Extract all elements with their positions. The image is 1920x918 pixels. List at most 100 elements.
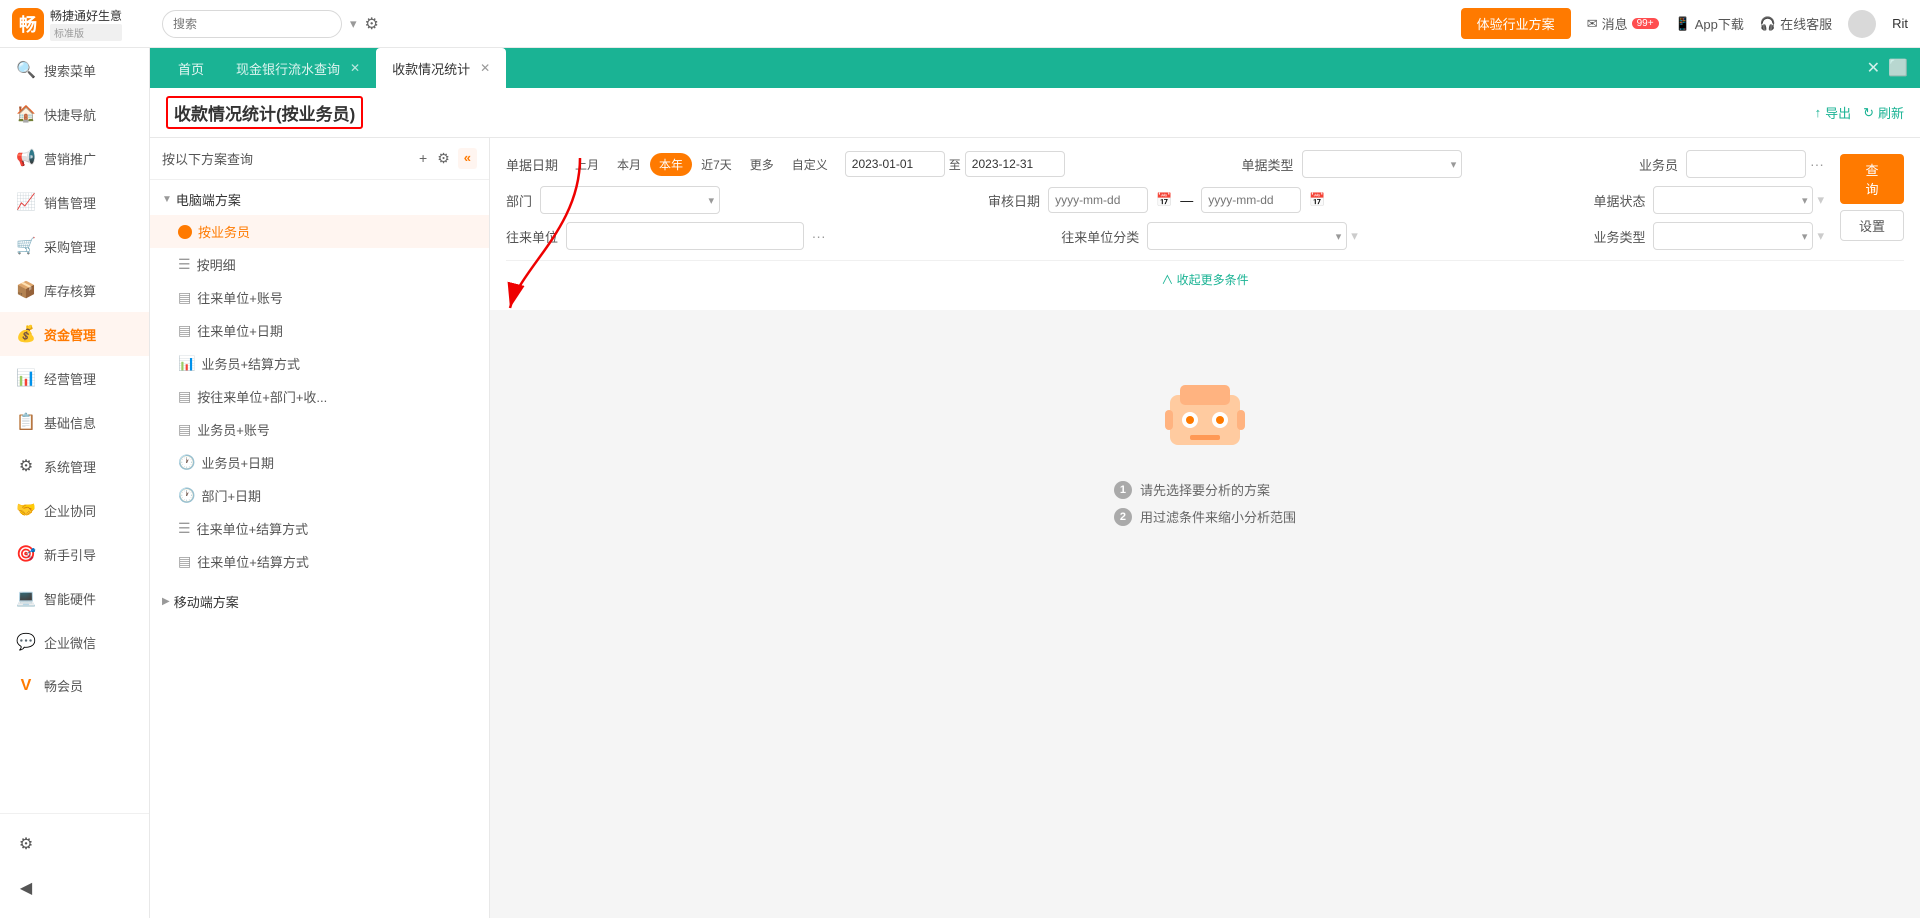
right-panel: 单据日期 上月 本月 本年 近7天 更多 自定义 [490, 138, 1920, 918]
trial-button[interactable]: 体验行业方案 [1461, 8, 1571, 39]
doc-status-dropdown-btn[interactable]: ▾ [1817, 192, 1824, 208]
tab-bank-flow[interactable]: 现金银行流水查询 ✕ [220, 48, 376, 88]
sidebar-collapse-btn[interactable]: ◀‌‌ [0, 866, 149, 910]
scheme-item-partner-dept-collect[interactable]: ▤ 按往来单位+部门+收... [150, 380, 489, 413]
search-menu-label: 搜索菜单 [44, 61, 96, 80]
sidebar: 🔍 搜索菜单 🏠 快捷导航 📢 营销推广 📈 销售管理 🛒 采购管理 📦 库存核… [0, 48, 150, 918]
salesperson-settle-label: 业务员+结算方式 [201, 354, 300, 373]
user-avatar[interactable] [1848, 10, 1876, 38]
salesperson-settle-icon: 📊 [178, 355, 195, 372]
scheme-group-desktop: ▼ 电脑端方案 ⏻ 按业务员 ☰ 按明细 ▤ 往来单位+账号 [150, 180, 489, 582]
partner-category-select[interactable] [1147, 222, 1347, 250]
scheme-group-mobile-header[interactable]: ▶ 移动端方案 [150, 586, 489, 617]
biz-type-select[interactable] [1653, 222, 1813, 250]
query-button[interactable]: 查询 [1840, 154, 1904, 204]
search-input[interactable] [162, 10, 342, 38]
window-maximize-icon[interactable]: ⬜ [1888, 58, 1908, 78]
app-download-action[interactable]: 📱 App下载 [1675, 14, 1744, 33]
enterprise-wechat-icon: 💬 [16, 632, 36, 652]
window-close-icon[interactable]: ✕ [1867, 58, 1880, 78]
partner-cat-dropdown-btn[interactable]: ▾ [1351, 228, 1358, 244]
date-to-input[interactable] [965, 151, 1065, 177]
dropdown-icon[interactable]: ▾ [350, 16, 357, 32]
scheme-item-salesperson-settle[interactable]: 📊 业务员+结算方式 [150, 347, 489, 380]
scheme-item-by-salesperson[interactable]: ⏻ 按业务员 [150, 215, 489, 248]
scheme-item-by-detail[interactable]: ☰ 按明细 [150, 248, 489, 281]
sidebar-item-enterprise-wechat[interactable]: 💬 企业微信 [0, 620, 149, 664]
tab-bank-flow-close[interactable]: ✕ [350, 61, 360, 75]
date-this-month[interactable]: 本月 [608, 153, 650, 176]
system-icon: ⚙ [16, 456, 36, 476]
partner-more-btn[interactable]: ··· [812, 228, 826, 244]
date-from-input[interactable] [845, 151, 945, 177]
review-date-from-input[interactable] [1048, 187, 1148, 213]
date-more[interactable]: 更多 [741, 153, 783, 176]
sidebar-settings-btn[interactable]: ⚙ [0, 822, 149, 866]
sidebar-item-operations[interactable]: 📊 经营管理 [0, 356, 149, 400]
salesperson-more-btn[interactable]: ··· [1810, 156, 1824, 172]
date-this-year[interactable]: 本年 [650, 153, 692, 176]
partner-settle1-label: 往来单位+结算方式 [197, 519, 309, 538]
sidebar-item-member[interactable]: V 畅会员 [0, 664, 149, 707]
sidebar-item-smart-hw[interactable]: 💻 智能硬件 [0, 576, 149, 620]
sidebar-item-quick-nav[interactable]: 🏠 快捷导航 [0, 92, 149, 136]
refresh-label: 刷新 [1878, 103, 1904, 122]
dept-date-icon: 🕐 [178, 487, 195, 504]
tab-home[interactable]: 首页 [162, 59, 220, 78]
scheme-settings-button[interactable]: ⚙ [435, 148, 452, 169]
tab-receipt-stats-close[interactable]: ✕ [480, 61, 490, 75]
tip1-num: 1 [1114, 481, 1132, 499]
sidebar-item-inventory[interactable]: 📦 库存核算 [0, 268, 149, 312]
collapse-panel-button[interactable]: « [458, 148, 477, 169]
sidebar-item-system[interactable]: ⚙ 系统管理 [0, 444, 149, 488]
salesperson-date-label: 业务员+日期 [201, 453, 274, 472]
tab-receipt-stats[interactable]: 收款情况统计 ✕ [376, 48, 506, 88]
scheme-item-dept-date[interactable]: 🕐 部门+日期 [150, 479, 489, 512]
messages-action[interactable]: ✉ 消息 99+ [1587, 14, 1659, 33]
biz-type-wrapper [1653, 222, 1813, 250]
finance-label: 资金管理 [44, 325, 96, 344]
date-prev-month[interactable]: 上月 [566, 153, 608, 176]
scheme-group-desktop-header[interactable]: ▼ 电脑端方案 [150, 184, 489, 215]
review-date-cal1-icon[interactable]: 📅 [1156, 192, 1172, 208]
biz-type-dropdown-btn[interactable]: ▾ [1817, 228, 1824, 244]
sidebar-item-marketing[interactable]: 📢 营销推广 [0, 136, 149, 180]
dept-select[interactable] [540, 186, 720, 214]
refresh-button[interactable]: ↻ 刷新 [1863, 103, 1904, 122]
filter-settings-button[interactable]: 设置 [1840, 210, 1904, 241]
scheme-item-salesperson-account[interactable]: ▤ 业务员+账号 [150, 413, 489, 446]
salesperson-input[interactable] [1686, 150, 1806, 178]
page-title: 收款情况统计(按业务员) [166, 96, 363, 129]
review-date-to-input[interactable] [1201, 187, 1301, 213]
sidebar-item-search-menu[interactable]: 🔍 搜索菜单 [0, 48, 149, 92]
doc-status-select[interactable] [1653, 186, 1813, 214]
add-scheme-button[interactable]: + [417, 148, 429, 169]
collapse-more-bar[interactable]: ∧ 收起更多条件 [506, 260, 1904, 298]
main-layout: 🔍 搜索菜单 🏠 快捷导航 📢 营销推广 📈 销售管理 🛒 采购管理 📦 库存核… [0, 48, 1920, 918]
scheme-item-salesperson-date[interactable]: 🕐 业务员+日期 [150, 446, 489, 479]
date-custom[interactable]: 自定义 [783, 153, 837, 176]
sidebar-item-finance[interactable]: 💰 资金管理 [0, 312, 149, 356]
sidebar-item-enterprise[interactable]: 🤝 企业协同 [0, 488, 149, 532]
gear-icon-header[interactable]: ⚙ [365, 14, 379, 34]
review-date-cal2-icon[interactable]: 📅 [1309, 192, 1325, 208]
mobile-group-label: 移动端方案 [174, 592, 239, 611]
sidebar-item-basic-info[interactable]: 📋 基础信息 [0, 400, 149, 444]
scheme-item-partner-settle1[interactable]: ☰ 往来单位+结算方式 [150, 512, 489, 545]
customer-service-action[interactable]: 🎧 在线客服 [1760, 14, 1832, 33]
export-button[interactable]: ↑ 导出 [1815, 103, 1852, 122]
date-shortcut-bar: 上月 本月 本年 近7天 更多 自定义 [566, 153, 837, 176]
date-recent-7[interactable]: 近7天 [692, 153, 741, 176]
filter-row-3: 往来单位 ··· 往来单位分类 [506, 222, 1824, 250]
enterprise-icon: 🤝 [16, 500, 36, 520]
sidebar-item-guide[interactable]: 🎯 新手引导 [0, 532, 149, 576]
partner-input[interactable] [566, 222, 804, 250]
sidebar-item-sales[interactable]: 📈 销售管理 [0, 180, 149, 224]
partner-dept-collect-icon: ▤ [178, 388, 191, 405]
scheme-item-partner-account[interactable]: ▤ 往来单位+账号 [150, 281, 489, 314]
scheme-item-partner-date[interactable]: ▤ 往来单位+日期 [150, 314, 489, 347]
sidebar-item-purchase[interactable]: 🛒 采购管理 [0, 224, 149, 268]
scheme-item-partner-settle2[interactable]: ▤ 往来单位+结算方式 [150, 545, 489, 578]
page-header-actions: ↑ 导出 ↻ 刷新 [1815, 103, 1904, 122]
doc-type-select[interactable] [1302, 150, 1463, 178]
